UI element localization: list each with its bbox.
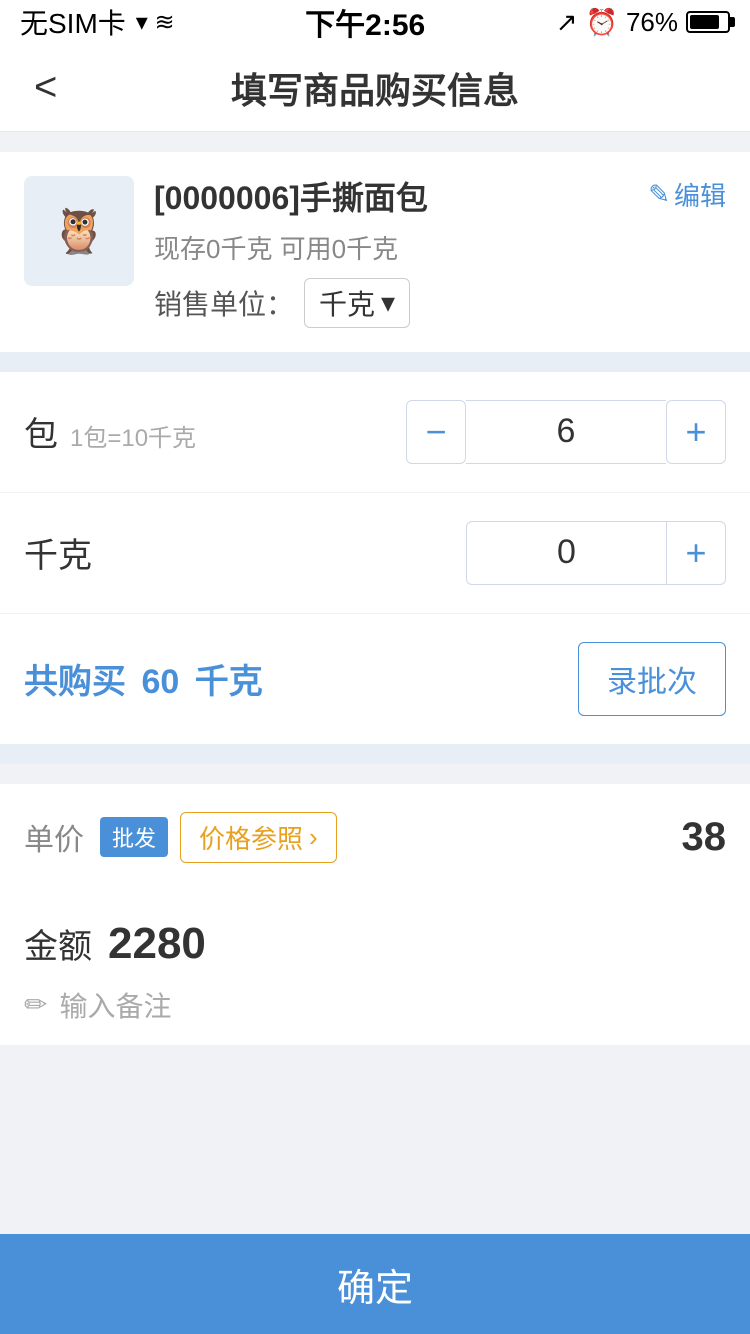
confirm-bar[interactable]: 确定 — [0, 1234, 750, 1334]
price-ref-label: 价格参照 — [199, 819, 303, 856]
amount-value: 2280 — [108, 919, 206, 969]
kg-label-group: 千克 — [24, 528, 466, 577]
package-input-row: 包 1包=10千克 − + — [0, 372, 750, 493]
status-right: ↗ ⏰ 76% — [556, 7, 730, 38]
divider-2 — [0, 744, 750, 764]
battery-percent: 76% — [626, 7, 678, 38]
edit-button[interactable]: ✎ 编辑 — [648, 176, 726, 213]
wifi-icon: ▾ ≋ — [136, 8, 175, 37]
kg-label: 千克 — [24, 528, 92, 577]
remark-row[interactable]: ✏ 输入备注 — [24, 985, 726, 1025]
unit-select[interactable]: 千克 ▾ — [304, 278, 410, 328]
remark-label: 输入备注 — [59, 985, 171, 1025]
package-increase-button[interactable]: + — [666, 400, 726, 464]
amount-row: 金额 2280 — [24, 919, 726, 969]
carrier-label: 无SIM卡 — [20, 2, 126, 42]
package-stepper: − + — [406, 400, 726, 464]
pencil-icon: ✏ — [24, 988, 47, 1021]
product-thumb-icon: 🦉 — [52, 205, 107, 257]
input-section: 包 1包=10千克 − + 千克 + — [0, 372, 750, 614]
product-thumbnail: 🦉 — [24, 176, 134, 286]
price-value: 38 — [682, 815, 727, 860]
product-stock: 现存0千克 可用0千克 — [154, 229, 628, 266]
price-reference-button[interactable]: 价格参照 › — [180, 812, 337, 863]
location-icon: ↗ — [556, 7, 578, 38]
chevron-down-icon: ▾ — [381, 286, 395, 319]
back-button[interactable]: < — [24, 55, 67, 120]
price-label: 单价 — [24, 815, 84, 859]
status-left: 无SIM卡 ▾ ≋ — [20, 2, 175, 42]
amount-label: 金额 — [24, 919, 92, 968]
battery-icon — [686, 11, 730, 33]
total-quantity: 60 — [141, 663, 179, 701]
kg-input-row: 千克 + — [0, 493, 750, 614]
product-unit-row: 销售单位： 千克 ▾ — [154, 278, 628, 328]
batch-tag: 批发 — [100, 817, 168, 857]
product-card: 🦉 [0000006]手撕面包 现存0千克 可用0千克 销售单位： 千克 ▾ ✎… — [0, 152, 750, 352]
price-section: 单价 批发 价格参照 › 38 — [0, 784, 750, 891]
price-ref-arrow: › — [309, 822, 318, 853]
edit-label: 编辑 — [674, 176, 726, 213]
kg-stepper: + — [466, 521, 726, 585]
unit-value: 千克 — [319, 283, 375, 323]
product-name: [0000006]手撕面包 — [154, 176, 628, 221]
package-sub-label: 1包=10千克 — [70, 418, 196, 453]
unit-label: 销售单位： — [154, 283, 294, 323]
amount-section: 金额 2280 ✏ 输入备注 — [0, 891, 750, 1045]
package-decrease-button[interactable]: − — [406, 400, 466, 464]
page-title: 填写商品购买信息 — [231, 62, 519, 114]
status-bar: 无SIM卡 ▾ ≋ 下午2:56 ↗ ⏰ 76% — [0, 0, 750, 44]
batch-button[interactable]: 录批次 — [578, 642, 726, 716]
package-label-group: 包 1包=10千克 — [24, 407, 406, 456]
divider-1 — [0, 352, 750, 372]
kg-input[interactable] — [466, 521, 666, 585]
nav-bar: < 填写商品购买信息 — [0, 44, 750, 132]
status-time: 下午2:56 — [305, 0, 425, 44]
product-info: [0000006]手撕面包 现存0千克 可用0千克 销售单位： 千克 ▾ — [154, 176, 628, 328]
total-text: 共购买 60 千克 — [24, 654, 263, 703]
alarm-icon: ⏰ — [586, 7, 618, 38]
total-row: 共购买 60 千克 录批次 — [0, 614, 750, 744]
package-label: 包 — [24, 407, 58, 456]
package-input[interactable] — [466, 400, 666, 464]
confirm-button[interactable]: 确定 — [337, 1257, 413, 1312]
edit-icon: ✎ — [648, 179, 670, 210]
kg-increase-button[interactable]: + — [666, 521, 726, 585]
